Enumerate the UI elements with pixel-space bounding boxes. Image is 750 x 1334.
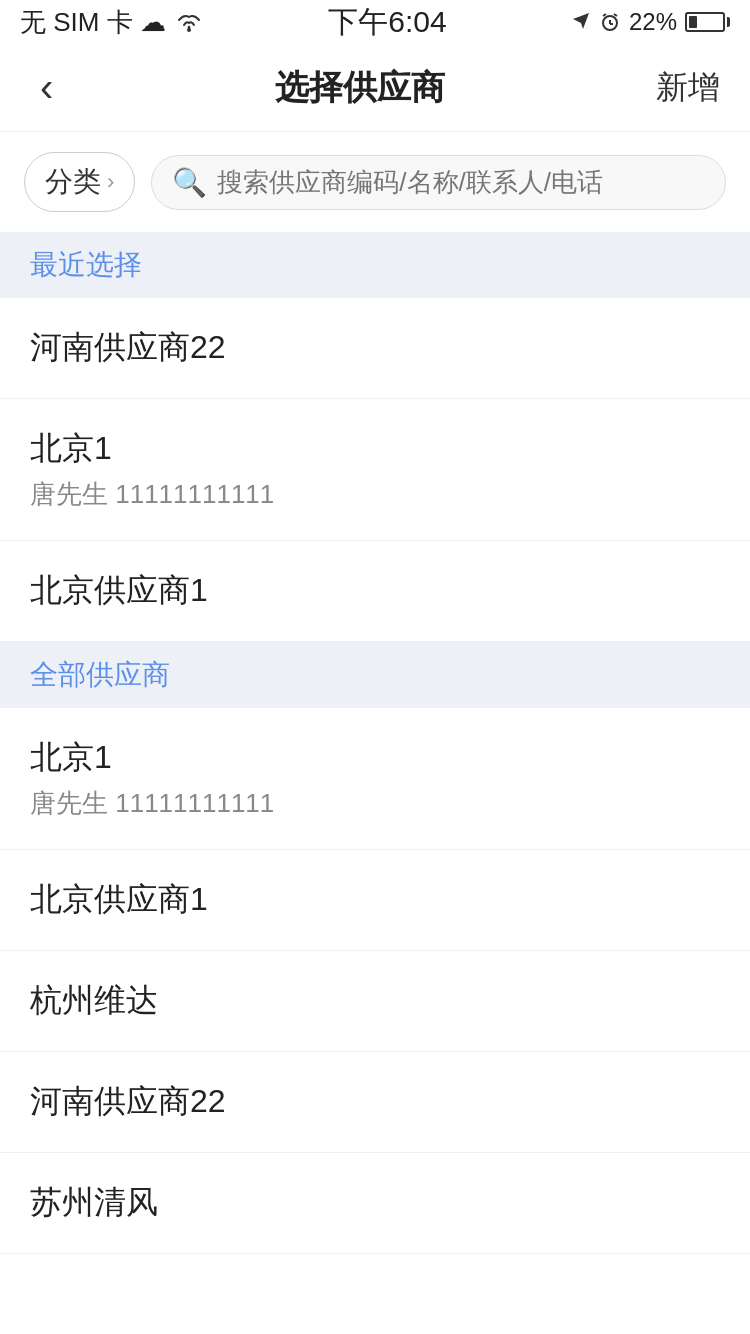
item-name: 北京供应商1 bbox=[30, 569, 720, 613]
status-time: 下午6:04 bbox=[328, 2, 446, 43]
all-list: 北京1 唐先生 11111111111 北京供应商1 杭州维达河南供应商22 苏州清风 bbox=[0, 708, 750, 1254]
item-name: 苏州清风 bbox=[30, 1181, 720, 1225]
battery-icon bbox=[685, 12, 730, 32]
list-item[interactable]: 北京供应商1 bbox=[0, 541, 750, 642]
search-icon: 🔍 bbox=[172, 166, 207, 199]
list-item[interactable]: 河南供应商22 bbox=[0, 1052, 750, 1153]
list-item[interactable]: 北京1 唐先生 11111111111 bbox=[0, 399, 750, 541]
item-name: 北京供应商1 bbox=[30, 878, 720, 922]
recent-section-header: 最近选择 bbox=[0, 232, 750, 298]
recent-section-label: 最近选择 bbox=[30, 249, 142, 280]
item-detail: 唐先生 11111111111 bbox=[30, 786, 720, 821]
item-name: 杭州维达 bbox=[30, 979, 720, 1023]
list-item[interactable]: 北京1 唐先生 11111111111 bbox=[0, 708, 750, 850]
wifi-icon bbox=[174, 11, 204, 33]
item-name: 北京1 bbox=[30, 427, 720, 471]
all-section-label: 全部供应商 bbox=[30, 659, 170, 690]
nav-bar: ‹ 选择供应商 新增 bbox=[0, 44, 750, 132]
category-label: 分类 bbox=[45, 163, 101, 201]
item-detail: 唐先生 11111111111 bbox=[30, 477, 720, 512]
filter-bar: 分类 › 🔍 bbox=[0, 132, 750, 232]
item-name: 北京1 bbox=[30, 736, 720, 780]
item-name: 河南供应商22 bbox=[30, 1080, 720, 1124]
battery-percent: 22% bbox=[629, 8, 677, 36]
add-button[interactable]: 新增 bbox=[656, 66, 720, 110]
list-item[interactable]: 河南供应商22 bbox=[0, 298, 750, 399]
list-item[interactable]: 杭州维达 bbox=[0, 951, 750, 1052]
status-left: 无 SIM 卡 ☁ bbox=[20, 5, 204, 40]
all-section-header: 全部供应商 bbox=[0, 642, 750, 708]
search-box: 🔍 bbox=[151, 155, 726, 210]
svg-point-0 bbox=[187, 28, 191, 32]
recent-list: 河南供应商22 北京1 唐先生 11111111111 北京供应商1 bbox=[0, 298, 750, 642]
sim-status: 无 SIM 卡 ☁ bbox=[20, 5, 166, 40]
location-icon bbox=[571, 11, 591, 33]
chevron-right-icon: › bbox=[107, 169, 114, 195]
list-item[interactable]: 北京供应商1 bbox=[0, 850, 750, 951]
status-bar: 无 SIM 卡 ☁ 下午6:04 22% bbox=[0, 0, 750, 44]
list-item[interactable]: 苏州清风 bbox=[0, 1153, 750, 1254]
page-title: 选择供应商 bbox=[275, 65, 445, 111]
search-input[interactable] bbox=[217, 167, 705, 198]
category-button[interactable]: 分类 › bbox=[24, 152, 135, 212]
item-name: 河南供应商22 bbox=[30, 326, 720, 370]
svg-line-5 bbox=[614, 14, 617, 16]
alarm-icon bbox=[599, 11, 621, 33]
status-right: 22% bbox=[571, 8, 730, 36]
back-button[interactable]: ‹ bbox=[30, 55, 63, 120]
svg-line-4 bbox=[603, 14, 606, 16]
